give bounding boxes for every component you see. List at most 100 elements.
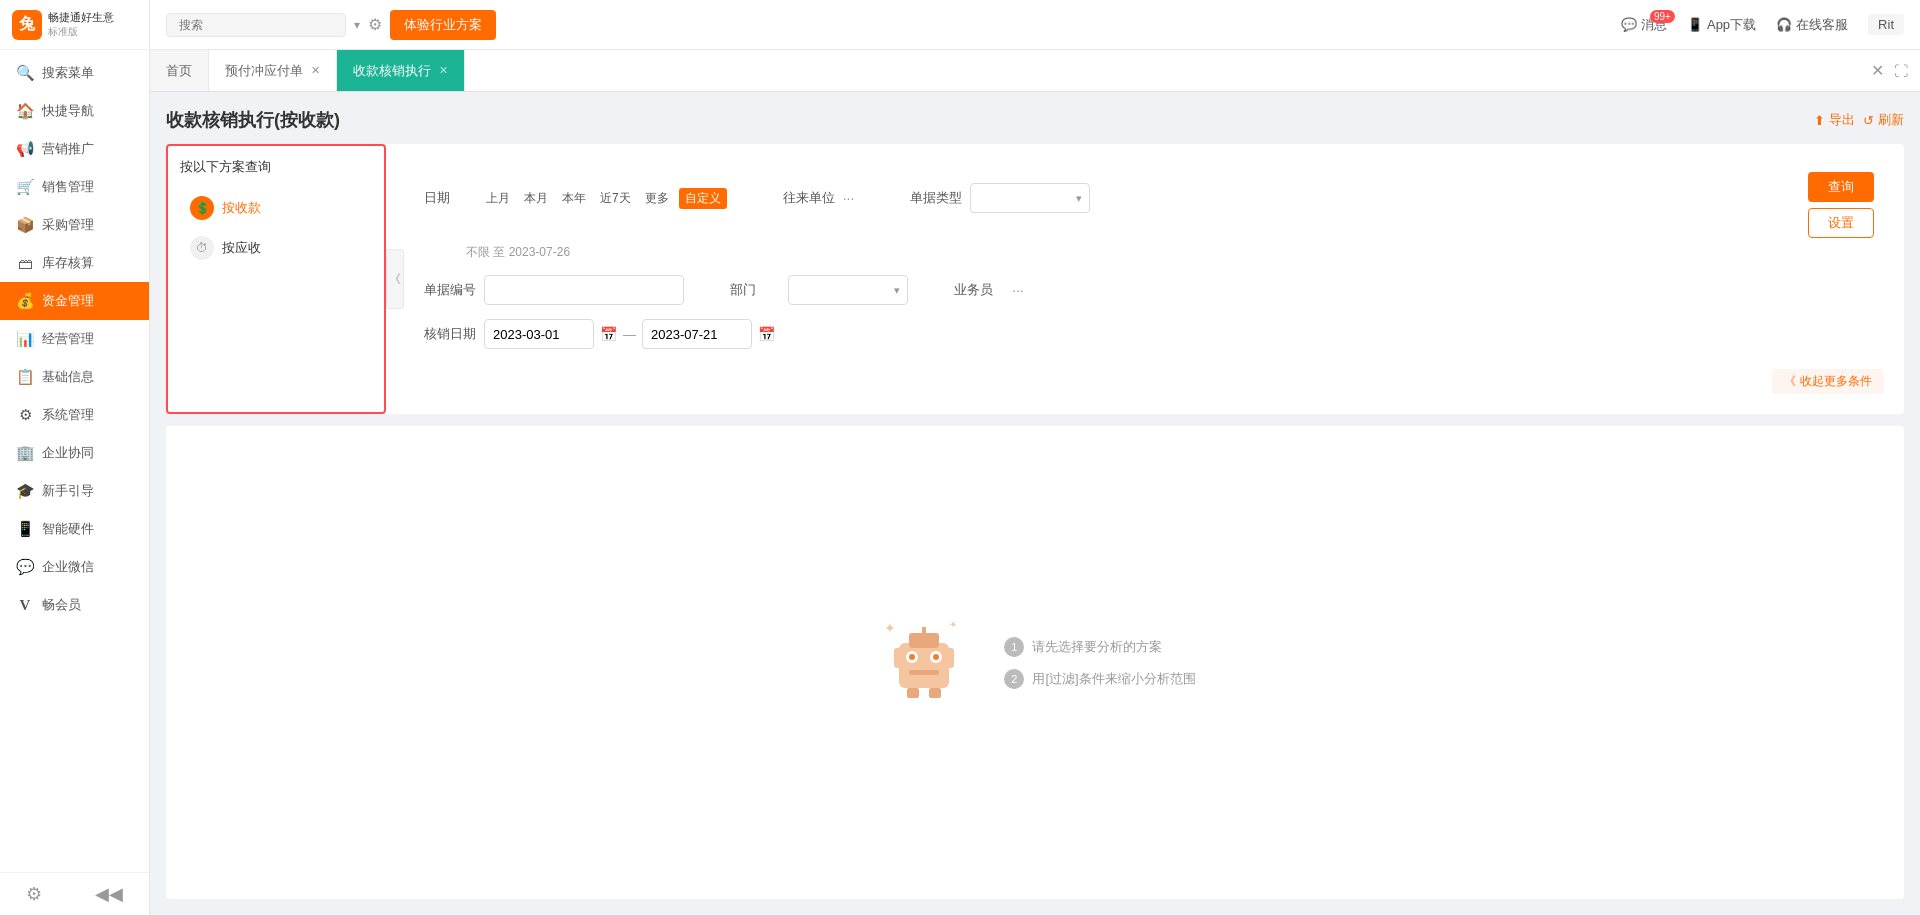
sidebar-item-collab[interactable]: 🏢 企业协同 [0,434,149,472]
app-version: 标准版 [48,25,114,39]
system-icon: ⚙ [16,406,34,424]
filter-left-title: 按以下方案查询 [180,158,372,176]
filter-option-by-receivable[interactable]: ⏱ 按应收 [180,228,372,268]
export-button[interactable]: ⬆ 导出 [1814,111,1855,129]
industry-solution-button[interactable]: 体验行业方案 [390,10,496,40]
sidebar-item-finance[interactable]: 💰 资金管理 [0,282,149,320]
filter-area: 按以下方案查询 💲 按收款 ⏱ 按应收 《 日期 [166,144,1904,414]
date-label: 日期 [424,189,474,207]
receivable-label: 按应收 [222,239,261,257]
staff-label: 业务员 [954,281,1004,299]
sidebar-item-member[interactable]: V 畅会员 [0,586,149,624]
message-button[interactable]: 💬 消息 99+ [1621,16,1667,34]
calendar-start-icon[interactable]: 📅 [600,326,617,342]
main-content: ▾ ⚙ 体验行业方案 💬 消息 99+ 📱 App下载 🎧 在线客服 Rit 首… [150,0,1920,915]
topbar-dropdown-arrow[interactable]: ▾ [354,18,360,32]
close-tab-icon[interactable]: ✕ [1871,61,1884,80]
app-label: App下载 [1707,16,1756,34]
search-icon: 🔍 [16,64,34,82]
dept-select[interactable] [788,275,908,305]
filter-collapse-toggle[interactable]: 《 [386,249,404,309]
verify-date-label: 核销日期 [424,325,476,343]
app-download-button[interactable]: 📱 App下载 [1687,16,1756,34]
online-service-button[interactable]: 🎧 在线客服 [1776,16,1848,34]
sidebar-item-basic[interactable]: 📋 基础信息 [0,358,149,396]
settings-bottom-icon[interactable]: ⚙ [26,883,42,905]
tab-prepayment-close-icon[interactable]: ✕ [311,64,320,77]
expand-icon[interactable]: ⛶ [1894,63,1908,79]
page-content: 收款核销执行(按收款) ⬆ 导出 ↺ 刷新 按以下方案查询 💲 按收款 [150,92,1920,915]
sidebar-item-purchase[interactable]: 📦 采购管理 [0,206,149,244]
date-last-month[interactable]: 上月 [482,188,514,209]
date-more[interactable]: 更多 [641,188,673,209]
collection-label: 按收款 [222,199,261,217]
refresh-button[interactable]: ↺ 刷新 [1863,111,1904,129]
date-custom[interactable]: 自定义 [679,188,727,209]
guide-icon: 🎓 [16,482,34,500]
date-this-month[interactable]: 本月 [520,188,552,209]
verify-date-start-input[interactable] [484,319,594,349]
svg-rect-11 [929,688,941,698]
sidebar-item-guide[interactable]: 🎓 新手引导 [0,472,149,510]
sidebar-item-inventory[interactable]: 🗃 库存核算 [0,244,149,282]
user-name[interactable]: Rit [1868,14,1904,35]
doc-type-filter-group: 单据类型 [910,183,1090,213]
finance-icon: 💰 [16,292,34,310]
doc-no-filter-group: 单据编号 [424,275,684,305]
date-7days[interactable]: 近7天 [596,188,635,209]
verify-date-filter-group: 核销日期 📅 — 📅 [424,319,775,349]
service-icon: 🎧 [1776,17,1792,32]
partner-label: 往来单位 [783,189,835,207]
empty-state: ✦ ✦ 1 请先选择要分析的方案 2 用[过滤]条件来缩小分析范围 [166,426,1904,899]
svg-text:✦: ✦ [949,619,957,630]
svg-point-5 [909,654,915,660]
sidebar-item-marketing[interactable]: 📢 营销推广 [0,130,149,168]
logo-icon: 兔 [12,10,42,40]
basic-icon: 📋 [16,368,34,386]
sidebar-item-wechat[interactable]: 💬 企业微信 [0,548,149,586]
tab-home[interactable]: 首页 [150,50,209,91]
doc-no-label: 单据编号 [424,281,476,299]
staff-ellipsis[interactable]: ··· [1012,282,1024,298]
tab-collection-label: 收款核销执行 [353,62,431,80]
filter-option-by-collection[interactable]: 💲 按收款 [180,188,372,228]
query-button[interactable]: 查询 [1808,172,1874,202]
doc-type-select[interactable] [970,183,1090,213]
setting-button[interactable]: 设置 [1808,208,1874,238]
doc-type-label: 单据类型 [910,189,962,207]
sidebar-bottom: ⚙ ◀◀ [0,872,149,915]
message-icon: 💬 [1621,17,1637,32]
sidebar-nav: 🔍 搜索菜单 🏠 快捷导航 📢 营销推广 🛒 销售管理 📦 采购管理 🗃 库存核… [0,50,149,872]
sidebar: 兔 畅捷通好生意 标准版 🔍 搜索菜单 🏠 快捷导航 📢 营销推广 🛒 销售管理… [0,0,150,915]
verify-date-end-input[interactable] [642,319,752,349]
tip-text-2: 用[过滤]条件来缩小分析范围 [1032,670,1195,688]
date-this-year[interactable]: 本年 [558,188,590,209]
dept-select-wrapper [788,275,908,305]
collapse-sidebar-icon[interactable]: ◀◀ [95,883,123,905]
marketing-icon: 📢 [16,140,34,158]
calendar-end-icon[interactable]: 📅 [758,326,775,342]
tab-collection-close-icon[interactable]: ✕ [439,64,448,77]
sidebar-item-search[interactable]: 🔍 搜索菜单 [0,54,149,92]
sidebar-item-operation[interactable]: 📊 经营管理 [0,320,149,358]
topbar-gear-icon[interactable]: ⚙ [368,15,382,34]
svg-rect-7 [909,670,939,675]
sidebar-item-shortcut[interactable]: 🏠 快捷导航 [0,92,149,130]
topbar-search-input[interactable] [166,13,346,37]
partner-ellipsis[interactable]: ··· [843,190,855,206]
tab-prepayment[interactable]: 预付冲应付单 ✕ [209,50,337,91]
topbar: ▾ ⚙ 体验行业方案 💬 消息 99+ 📱 App下载 🎧 在线客服 Rit [150,0,1920,50]
hardware-icon: 📱 [16,520,34,538]
sidebar-item-hardware[interactable]: 📱 智能硬件 [0,510,149,548]
sidebar-item-system[interactable]: ⚙ 系统管理 [0,396,149,434]
purchase-icon: 📦 [16,216,34,234]
sidebar-item-sales[interactable]: 🛒 销售管理 [0,168,149,206]
topbar-right: 💬 消息 99+ 📱 App下载 🎧 在线客服 Rit [1621,14,1904,35]
collapse-chevron-icon: 《 [1784,373,1796,390]
collapse-more-button[interactable]: 《 收起更多条件 [1772,369,1884,394]
tab-collection[interactable]: 收款核销执行 ✕ [337,50,465,91]
page-header: 收款核销执行(按收款) ⬆ 导出 ↺ 刷新 [166,108,1904,132]
doc-no-input[interactable] [484,275,684,305]
date-range-hint: 不限 至 2023-07-26 [466,245,570,259]
date-separator: — [623,327,636,342]
